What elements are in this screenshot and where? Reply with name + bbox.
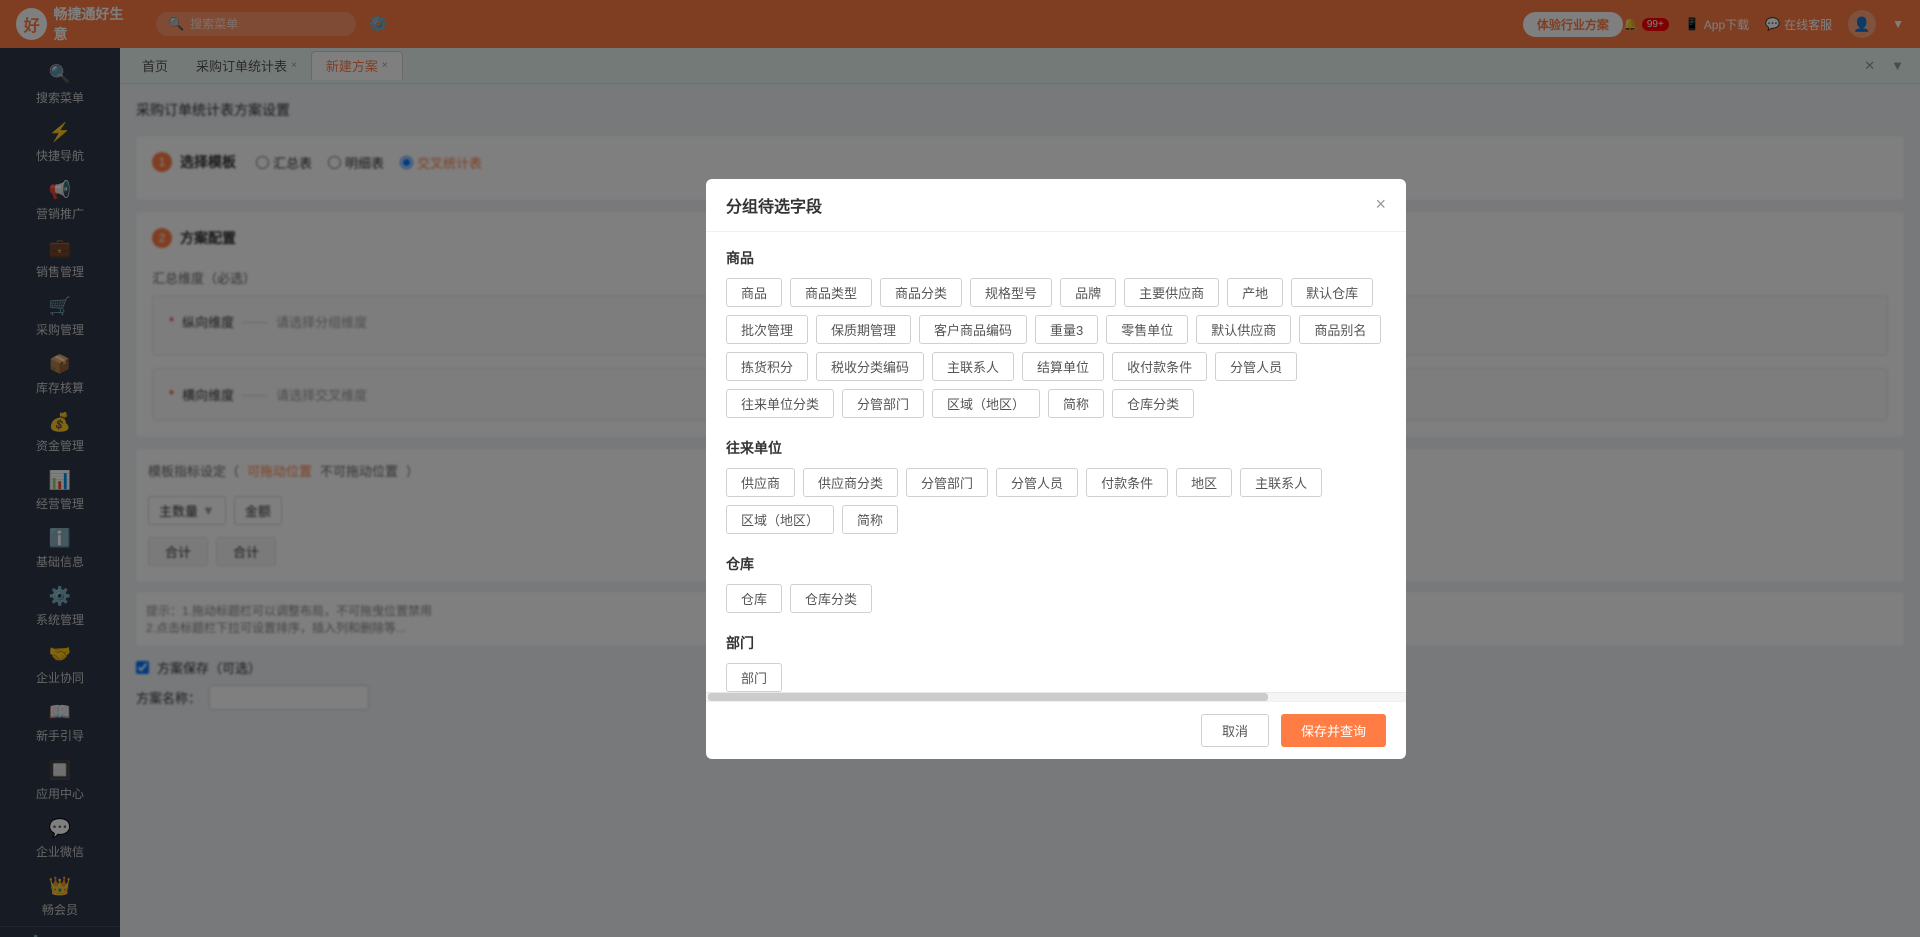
field-section-1: 往来单位供应商供应商分类分管部门分管人员付款条件地区主联系人区域（地区） 简称 <box>726 438 1386 534</box>
modal-close-button[interactable]: × <box>1375 194 1386 215</box>
field-tags-3: 部门 <box>726 663 1386 692</box>
field-section-3: 部门部门 <box>726 633 1386 692</box>
field-tag-0-19[interactable]: 收付款条件 <box>1112 352 1207 381</box>
confirm-button[interactable]: 保存并查询 <box>1281 714 1386 747</box>
field-tag-0-1[interactable]: 商品类型 <box>790 278 872 307</box>
field-tag-0-8[interactable]: 批次管理 <box>726 315 808 344</box>
modal-header: 分组待选字段 × <box>706 179 1406 232</box>
field-tag-0-14[interactable]: 商品别名 <box>1299 315 1381 344</box>
field-tag-0-13[interactable]: 默认供应商 <box>1196 315 1291 344</box>
field-tag-2-1[interactable]: 仓库分类 <box>790 584 872 613</box>
field-tag-0-0[interactable]: 商品 <box>726 278 782 307</box>
cancel-button[interactable]: 取消 <box>1201 714 1269 747</box>
field-tag-0-3[interactable]: 规格型号 <box>970 278 1052 307</box>
modal-dialog: 分组待选字段 × 商品商品商品类型商品分类规格型号品牌主要供应商产地默认仓库批次… <box>706 179 1406 759</box>
field-tags-2: 仓库仓库分类 <box>726 584 1386 613</box>
field-tag-0-25[interactable]: 仓库分类 <box>1112 389 1194 418</box>
field-tag-1-3[interactable]: 分管人员 <box>996 468 1078 497</box>
modal-title: 分组待选字段 <box>726 193 822 217</box>
field-tag-0-24[interactable]: 简称 <box>1048 389 1104 418</box>
section-title-2: 仓库 <box>726 554 1386 574</box>
field-tag-0-7[interactable]: 默认仓库 <box>1291 278 1373 307</box>
field-tag-0-6[interactable]: 产地 <box>1227 278 1283 307</box>
field-tag-0-4[interactable]: 品牌 <box>1060 278 1116 307</box>
field-tag-0-21[interactable]: 往来单位分类 <box>726 389 834 418</box>
field-tag-2-0[interactable]: 仓库 <box>726 584 782 613</box>
field-tag-0-16[interactable]: 税收分类编码 <box>816 352 924 381</box>
modal-body: 商品商品商品类型商品分类规格型号品牌主要供应商产地默认仓库批次管理保质期管理客户… <box>706 232 1406 693</box>
field-tag-0-15[interactable]: 拣货积分 <box>726 352 808 381</box>
field-tag-0-18[interactable]: 结算单位 <box>1022 352 1104 381</box>
field-tag-0-11[interactable]: 重量3 <box>1035 315 1098 344</box>
field-section-2: 仓库仓库仓库分类 <box>726 554 1386 613</box>
field-tag-0-20[interactable]: 分管人员 <box>1215 352 1297 381</box>
modal-horizontal-scrollbar[interactable] <box>706 692 1406 700</box>
field-tag-1-0[interactable]: 供应商 <box>726 468 795 497</box>
section-title-3: 部门 <box>726 633 1386 653</box>
field-tag-1-1[interactable]: 供应商分类 <box>803 468 898 497</box>
field-section-0: 商品商品商品类型商品分类规格型号品牌主要供应商产地默认仓库批次管理保质期管理客户… <box>726 248 1386 418</box>
section-title-1: 往来单位 <box>726 438 1386 458</box>
field-tags-1: 供应商供应商分类分管部门分管人员付款条件地区主联系人区域（地区） 简称 <box>726 468 1386 534</box>
field-tag-0-17[interactable]: 主联系人 <box>932 352 1014 381</box>
field-tag-1-2[interactable]: 分管部门 <box>906 468 988 497</box>
field-tag-0-10[interactable]: 客户商品编码 <box>919 315 1027 344</box>
field-tag-0-12[interactable]: 零售单位 <box>1106 315 1188 344</box>
field-tag-1-7[interactable]: 区域（地区） <box>726 505 834 534</box>
field-tag-1-8[interactable]: 简称 <box>842 505 898 534</box>
modal-footer: 取消 保存并查询 <box>706 701 1406 759</box>
field-tag-1-5[interactable]: 地区 <box>1176 468 1232 497</box>
field-tag-0-9[interactable]: 保质期管理 <box>816 315 911 344</box>
field-tags-0: 商品商品类型商品分类规格型号品牌主要供应商产地默认仓库批次管理保质期管理客户商品… <box>726 278 1386 418</box>
field-tag-1-4[interactable]: 付款条件 <box>1086 468 1168 497</box>
field-tag-0-23[interactable]: 区域（地区） <box>932 389 1040 418</box>
field-tag-1-6[interactable]: 主联系人 <box>1240 468 1322 497</box>
section-title-0: 商品 <box>726 248 1386 268</box>
field-tag-0-2[interactable]: 商品分类 <box>880 278 962 307</box>
field-tag-3-0[interactable]: 部门 <box>726 663 782 692</box>
field-tag-0-5[interactable]: 主要供应商 <box>1124 278 1219 307</box>
field-tag-0-22[interactable]: 分管部门 <box>842 389 924 418</box>
